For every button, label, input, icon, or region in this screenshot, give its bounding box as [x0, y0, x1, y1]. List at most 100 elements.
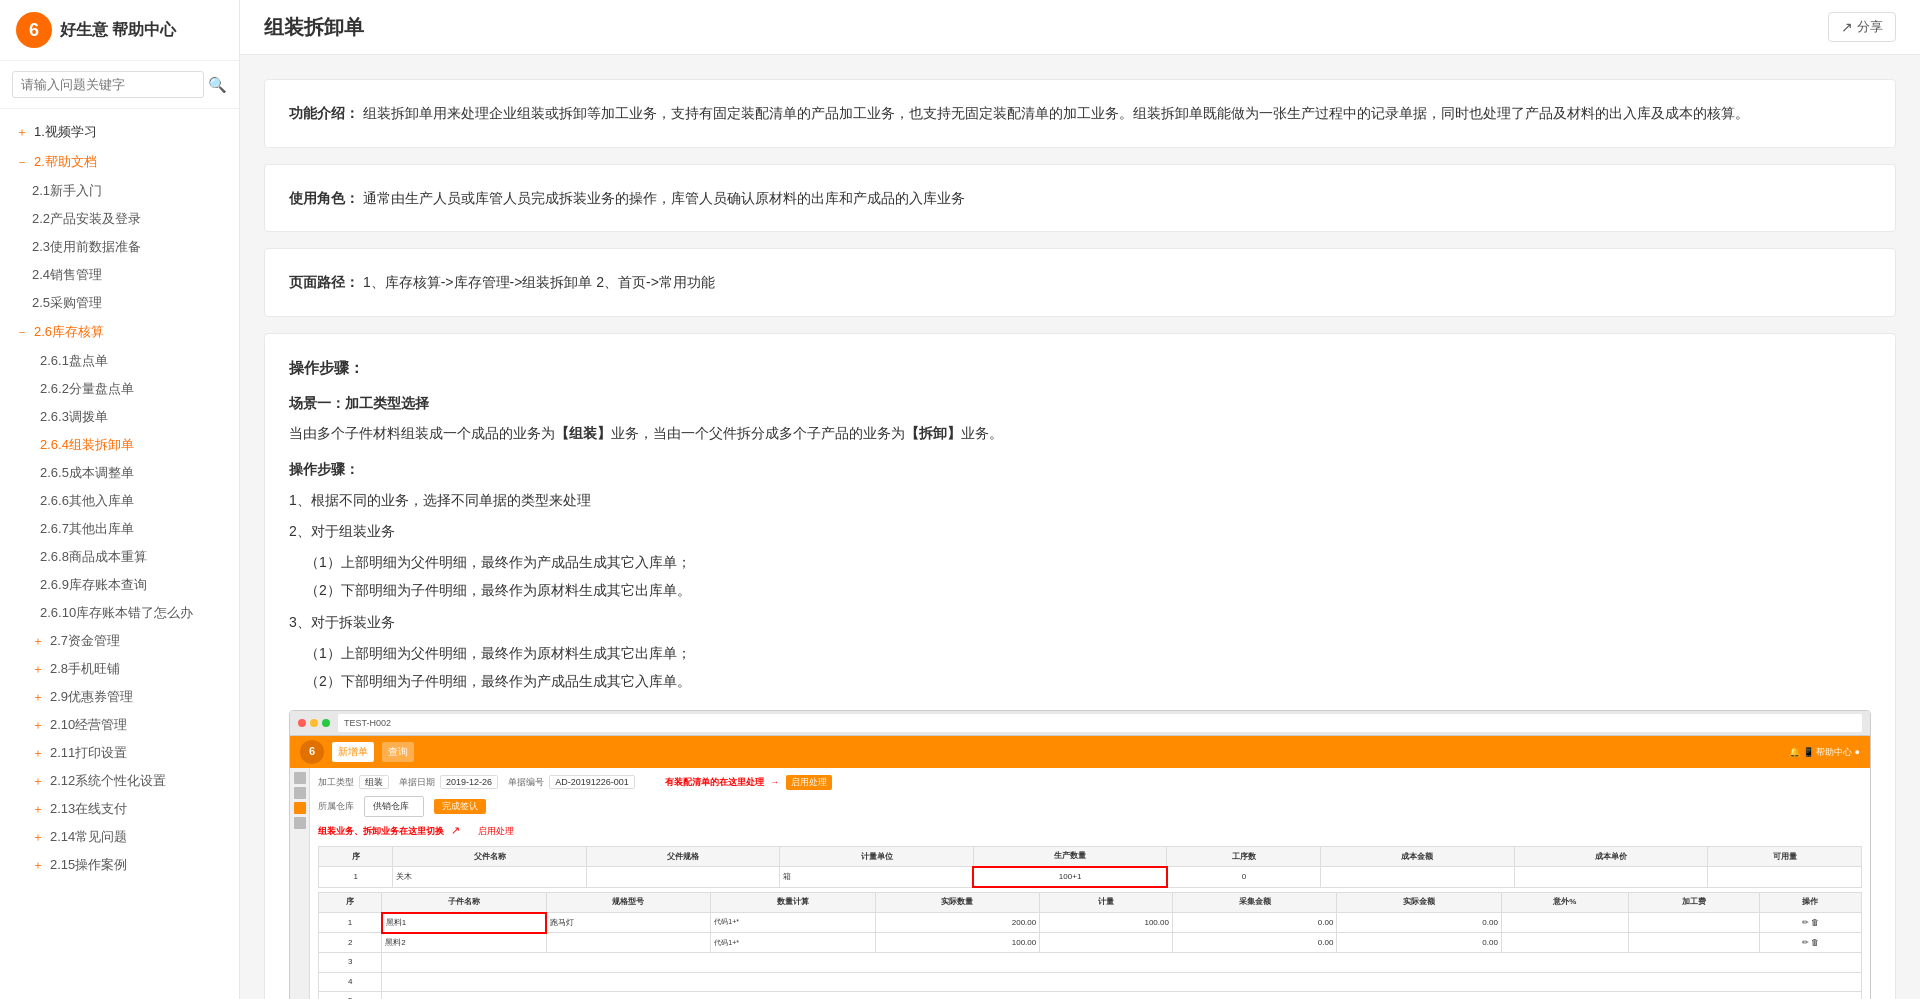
role-text: 使用角色： 通常由生产人员或库管人员完成拆装业务的操作，库管人员确认原材料的出库… — [289, 185, 1871, 212]
screenshot-image: TEST-H002 6 新增单 查询 🔔 📱 帮助中心 ● — [289, 710, 1871, 999]
intro-text: 功能介绍： 组装拆卸单用来处理企业组装或拆卸等加工业务，支持有固定装配清单的产品… — [289, 100, 1871, 127]
sidebar-item-2-10[interactable]: ＋ 2.10经营管理 — [0, 711, 239, 739]
path-label: 页面路径： — [289, 274, 359, 290]
search-box: 🔍 — [0, 61, 239, 109]
sidebar-item-2-4[interactable]: 2.4销售管理 — [0, 261, 239, 289]
step2-2-text: （2）下部明细为子件明细，最终作为原材料生成其它出库单。 — [305, 578, 1871, 603]
scene1-label: 场景一：加工类型选择 — [289, 391, 1871, 416]
ss-docno-value: AD-20191226-001 — [549, 775, 635, 789]
company-id: TEST-H002 — [344, 718, 391, 728]
sidebar-item-2-6-3[interactable]: 2.6.3调拨单 — [0, 403, 239, 431]
main-panel: 组装拆卸单 ↗ 分享 功能介绍： 组装拆卸单用来处理企业组装或拆卸等加工业务，支… — [240, 0, 1920, 999]
ss-confirm-btn[interactable]: 完成签认 — [434, 799, 486, 814]
app-title: 好生意 帮助中心 — [60, 20, 176, 41]
step3-text: 3、对于拆装业务 — [289, 610, 1871, 635]
sidebar-item-2-6-5[interactable]: 2.6.5成本调整单 — [0, 459, 239, 487]
ss-note1: 有装配清单的在这里处理 — [665, 777, 764, 787]
nav-tree: ＋ 1.视频学习 － 2.帮助文档 2.1新手入门 2.2产品安装及登录 2.3… — [0, 109, 239, 999]
path-text: 页面路径： 1、库存核算->库存管理->组装拆卸单 2、首页->常用功能 — [289, 269, 1871, 296]
sidebar-item-2-6[interactable]: － 2.6库存核算 — [0, 317, 239, 347]
step3-2-text: （2）下部明细为子件明细，最终作为产成品生成其它入库单。 — [305, 669, 1871, 694]
path-body: 1、库存核算->库存管理->组装拆卸单 2、首页->常用功能 — [363, 274, 715, 290]
ss-note3: 组装业务、拆卸业务在这里切换 — [318, 826, 444, 836]
steps-area: 场景一：加工类型选择 当由多个子件材料组装成一个成品的业务为【组装】业务，当由一… — [289, 391, 1871, 694]
ss-child-table: 序 子件名称 规格型号 数量计算 实际数量 计量 采集金额 实际金额 意外% — [318, 892, 1862, 999]
chaixie-highlight: 【拆卸】 — [905, 425, 961, 441]
page-title: 组装拆卸单 — [264, 14, 364, 41]
ss-icon-sidebar — [290, 768, 310, 999]
sidebar-item-2-6-1[interactable]: 2.6.1盘点单 — [0, 347, 239, 375]
ss-warehouse-label: 所属仓库 — [318, 798, 354, 814]
logo-icon: 6 — [16, 12, 52, 48]
sidebar-item-2-8[interactable]: ＋ 2.8手机旺铺 — [0, 655, 239, 683]
ss-type-value: 组装 — [359, 775, 389, 789]
sidebar-item-label-2-6: 2.6库存核算 — [34, 323, 104, 341]
ss-warehouse-value: 供销仓库 — [364, 796, 424, 816]
share-label: 分享 — [1857, 18, 1883, 36]
step1-text: 1、根据不同的业务，选择不同单据的类型来处理 — [289, 488, 1871, 513]
search-input[interactable] — [12, 71, 204, 98]
share-icon: ↗ — [1841, 19, 1853, 35]
ops-steps-label: 操作步骤： — [289, 457, 1871, 482]
ss-arrow1: → — [770, 777, 779, 787]
expand-icon-helpdoc: － — [16, 154, 28, 171]
step2-1-text: （1）上部明细为父件明细，最终作为产成品生成其它入库单； — [305, 550, 1871, 575]
ss-topbar-icons: 🔔 📱 帮助中心 ● — [1789, 744, 1860, 760]
sidebar-item-2-6-6[interactable]: 2.6.6其他入库单 — [0, 487, 239, 515]
intro-body: 组装拆卸单用来处理企业组装或拆卸等加工业务，支持有固定装配清单的产品加工业务，也… — [363, 105, 1749, 121]
sidebar-item-2-11[interactable]: ＋ 2.11打印设置 — [0, 739, 239, 767]
sidebar-item-2-2[interactable]: 2.2产品安装及登录 — [0, 205, 239, 233]
sidebar-item-2-6-4[interactable]: 2.6.4组装拆卸单 — [0, 431, 239, 459]
content-area: 功能介绍： 组装拆卸单用来处理企业组装或拆卸等加工业务，支持有固定装配清单的产品… — [240, 55, 1920, 999]
sidebar-item-label-video: 1.视频学习 — [34, 123, 97, 141]
sidebar-item-video[interactable]: ＋ 1.视频学习 — [0, 117, 239, 147]
search-button[interactable]: 🔍 — [208, 76, 227, 94]
role-card: 使用角色： 通常由生产人员或库管人员完成拆装业务的操作，库管人员确认原材料的出库… — [264, 164, 1896, 233]
role-body: 通常由生产人员或库管人员完成拆装业务的操作，库管人员确认原材料的出库和产成品的入… — [363, 190, 965, 206]
sidebar-item-2-6-10[interactable]: 2.6.10库存账本错了怎么办 — [0, 599, 239, 627]
ss-note3-area: 组装业务、拆卸业务在这里切换 ↗ 启用处理 — [318, 821, 1862, 841]
ops-heading: 操作步骤： — [289, 354, 1871, 381]
ss-enable-btn1[interactable]: 启用处理 — [786, 775, 832, 790]
sidebar-item-2-7[interactable]: ＋ 2.7资金管理 — [0, 627, 239, 655]
sidebar-item-2-3[interactable]: 2.3使用前数据准备 — [0, 233, 239, 261]
ss-note1-area: 有装配清单的在这里处理 → 启用处理 — [665, 774, 832, 790]
zuanzhuang-highlight: 【组装】 — [555, 425, 611, 441]
sidebar-item-2-9[interactable]: ＋ 2.9优惠券管理 — [0, 683, 239, 711]
ss-logo: 6 — [300, 740, 324, 764]
expand-icon-video: ＋ — [16, 124, 28, 141]
ss-docno-field: 单据编号 AD-20191226-001 — [508, 774, 635, 790]
scene1-desc: 当由多个子件材料组装成一个成品的业务为【组装】业务，当由一个父件拆分成多个子产品… — [289, 420, 1871, 447]
ss-parent-table: 序 父件名称 父件规格 计量单位 生产数量 工序数 成本金额 成本单价 可用量 — [318, 846, 1862, 888]
sidebar-item-2-6-7[interactable]: 2.6.7其他出库单 — [0, 515, 239, 543]
ss-date-value: 2019-12-26 — [440, 775, 498, 789]
topbar: 组装拆卸单 ↗ 分享 — [240, 0, 1920, 55]
sidebar-item-2-5[interactable]: 2.5采购管理 — [0, 289, 239, 317]
intro-label: 功能介绍： — [289, 105, 359, 121]
sidebar-header: 6 好生意 帮助中心 — [0, 0, 239, 61]
sidebar-item-2-6-9[interactable]: 2.6.9库存账本查询 — [0, 571, 239, 599]
scene1-desc-text: 当由多个子件材料组装成一个成品的业务为 — [289, 425, 555, 441]
ss-query-btn[interactable]: 查询 — [382, 742, 414, 762]
ss-new-doc-btn[interactable]: 新增单 — [332, 742, 374, 762]
sidebar-item-2-1[interactable]: 2.1新手入门 — [0, 177, 239, 205]
step2-text: 2、对于组装业务 — [289, 519, 1871, 544]
sidebar-item-label-helpdoc: 2.帮助文档 — [34, 153, 97, 171]
sidebar-item-2-6-2[interactable]: 2.6.2分量盘点单 — [0, 375, 239, 403]
sidebar-item-helpdoc[interactable]: － 2.帮助文档 — [0, 147, 239, 177]
sidebar-item-2-15[interactable]: ＋ 2.15操作案例 — [0, 851, 239, 879]
share-button[interactable]: ↗ 分享 — [1828, 12, 1896, 42]
role-label: 使用角色： — [289, 190, 359, 206]
sidebar: 6 好生意 帮助中心 🔍 ＋ 1.视频学习 － 2.帮助文档 2.1新手入门 2… — [0, 0, 240, 999]
sidebar-item-2-6-8[interactable]: 2.6.8商品成本重算 — [0, 543, 239, 571]
ss-arrow3: ↗ — [451, 824, 460, 836]
sidebar-item-2-13[interactable]: ＋ 2.13在线支付 — [0, 795, 239, 823]
sidebar-item-2-12[interactable]: ＋ 2.12系统个性化设置 — [0, 767, 239, 795]
sidebar-item-2-14[interactable]: ＋ 2.14常见问题 — [0, 823, 239, 851]
intro-card: 功能介绍： 组装拆卸单用来处理企业组装或拆卸等加工业务，支持有固定装配清单的产品… — [264, 79, 1896, 148]
path-card: 页面路径： 1、库存核算->库存管理->组装拆卸单 2、首页->常用功能 — [264, 248, 1896, 317]
ss-date-field: 单据日期 2019-12-26 — [399, 774, 498, 790]
expand-icon-2-6: － — [16, 324, 28, 341]
ss-note4: 启用处理 — [478, 826, 514, 836]
ops-card: 操作步骤： 场景一：加工类型选择 当由多个子件材料组装成一个成品的业务为【组装】… — [264, 333, 1896, 999]
